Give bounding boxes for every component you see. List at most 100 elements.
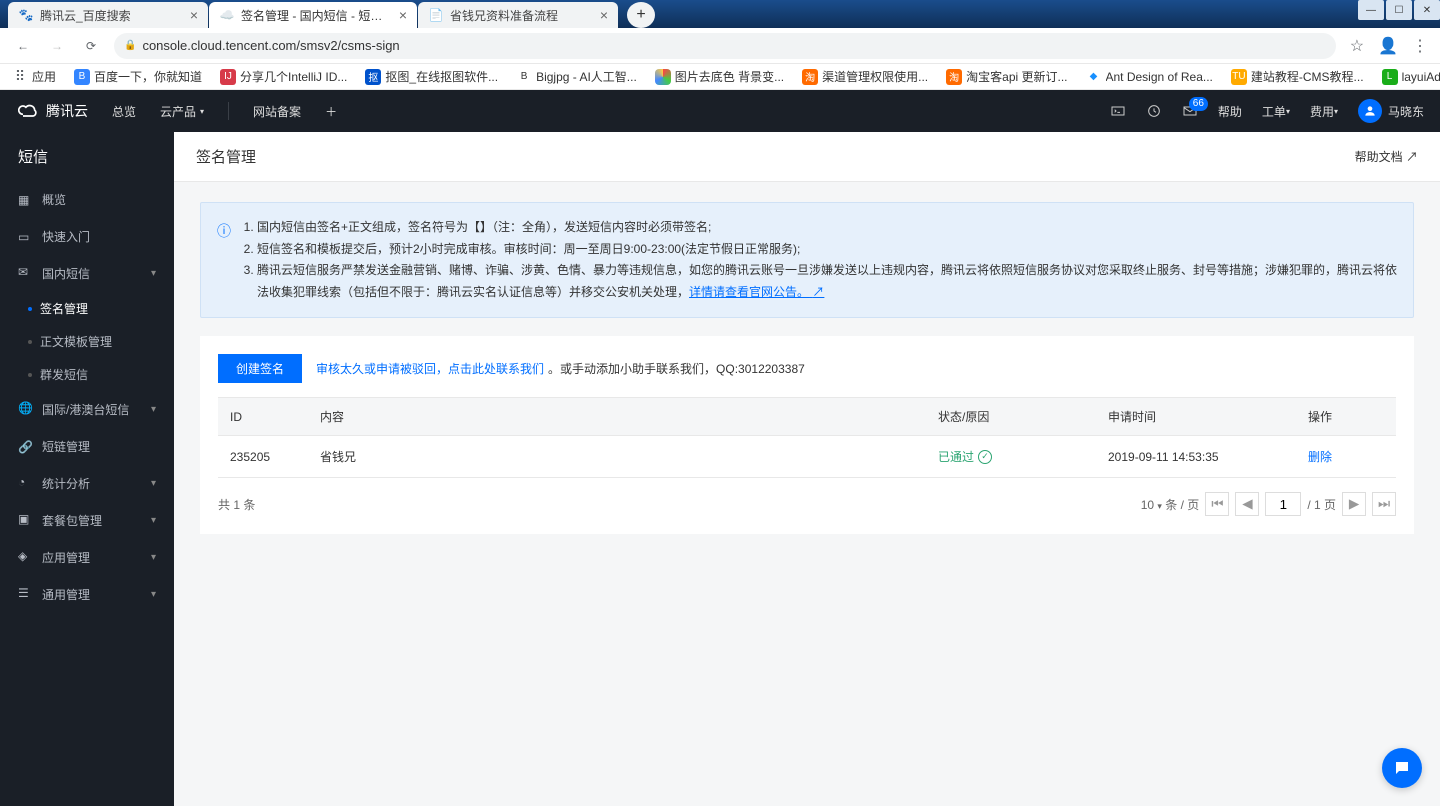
sidebar-item-package[interactable]: ▣套餐包管理▾ xyxy=(0,502,174,539)
help-doc-link[interactable]: 帮助文档 ↗ xyxy=(1355,148,1418,165)
sidebar: 短信 ▦概览 ▭快速入门 ✉国内短信▾ 签名管理 正文模板管理 群发短信 🌐国际… xyxy=(0,132,174,806)
avatar xyxy=(1358,99,1382,123)
new-tab-button[interactable]: + xyxy=(627,2,655,28)
bookmark-item[interactable]: B百度一下，你就知道 xyxy=(74,68,202,85)
back-icon[interactable]: ← xyxy=(12,35,34,57)
sidebar-title: 短信 xyxy=(0,132,174,181)
sidebar-item-sign[interactable]: 签名管理 xyxy=(0,292,174,325)
address-bar: ← → ⟳ 🔒 console.cloud.tencent.com/smsv2/… xyxy=(0,28,1440,64)
sidebar-item-app[interactable]: ◈应用管理▾ xyxy=(0,539,174,576)
nav-products[interactable]: 云产品 ▾ xyxy=(160,103,204,120)
header-user[interactable]: 马晓东 xyxy=(1358,99,1424,123)
bookmark-item[interactable]: 图片去底色 背景变... xyxy=(655,68,784,85)
close-window[interactable]: ✕ xyxy=(1414,0,1440,20)
info-icon: ⓘ xyxy=(217,219,231,303)
col-time: 申请时间 xyxy=(1096,398,1296,436)
tab-strip: 🐾 腾讯云_百度搜索 × ☁️ 签名管理 - 国内短信 - 短信 - 控... … xyxy=(0,0,1440,28)
sidebar-item-general[interactable]: ☰通用管理▾ xyxy=(0,576,174,613)
favicon-tencentcloud: ☁️ xyxy=(219,7,235,23)
close-icon[interactable]: × xyxy=(399,7,407,23)
sidebar-item-template[interactable]: 正文模板管理 xyxy=(0,325,174,358)
link-icon: 🔗 xyxy=(18,440,32,454)
favicon-doc: 📄 xyxy=(428,7,444,23)
tab-title: 签名管理 - 国内短信 - 短信 - 控... xyxy=(241,7,393,24)
cell-op: 删除 xyxy=(1296,436,1396,478)
reload-icon[interactable]: ⟳ xyxy=(80,35,102,57)
chevron-down-icon: ▾ xyxy=(151,478,156,489)
bookmark-item[interactable]: IJ分享几个IntelliJ ID... xyxy=(220,68,347,85)
nav-add[interactable]: ＋ xyxy=(325,103,337,120)
star-icon[interactable]: ☆ xyxy=(1350,36,1364,56)
bookmark-item[interactable]: BBigjpg - AI人工智... xyxy=(516,68,637,85)
content-card: 创建签名 审核太久或申请被驳回，点击此处联系我们 。或手动添加小助手联系我们，Q… xyxy=(200,336,1414,534)
header-clock-icon[interactable] xyxy=(1146,103,1162,119)
cell-time: 2019-09-11 14:53:35 xyxy=(1096,436,1296,478)
bookmark-item[interactable]: ◆Ant Design of Rea... xyxy=(1086,69,1213,85)
forward-icon[interactable]: → xyxy=(46,35,68,57)
close-icon[interactable]: × xyxy=(600,7,608,23)
app-icon: ◈ xyxy=(18,549,32,566)
header-help[interactable]: 帮助 xyxy=(1218,103,1242,120)
sidebar-item-overview[interactable]: ▦概览 xyxy=(0,181,174,218)
quickstart-icon: ▭ xyxy=(18,230,32,244)
first-page-button[interactable]: ⏮ xyxy=(1205,492,1229,516)
header-messages-icon[interactable]: 66 xyxy=(1182,103,1198,119)
prev-page-button[interactable]: ◀ xyxy=(1235,492,1259,516)
col-status: 状态/原因 xyxy=(926,398,1096,436)
next-page-button[interactable]: ▶ xyxy=(1342,492,1366,516)
bookmark-item[interactable]: LlayuiAdmin - 通用... xyxy=(1382,68,1440,85)
url-box[interactable]: 🔒 console.cloud.tencent.com/smsv2/csms-s… xyxy=(114,33,1336,59)
cell-id: 235205 xyxy=(218,436,308,478)
browser-tab-2[interactable]: 📄 省钱兄资料准备流程 × xyxy=(418,2,618,28)
apps-button[interactable]: ⠿应用 xyxy=(12,68,56,85)
header-billing[interactable]: 费用 ▾ xyxy=(1310,103,1338,120)
external-link-icon: ↗ xyxy=(812,285,824,299)
browser-tab-1[interactable]: ☁️ 签名管理 - 国内短信 - 短信 - 控... × xyxy=(209,2,417,28)
message-count: 66 xyxy=(1189,97,1208,111)
nav-overview[interactable]: 总览 xyxy=(112,103,136,120)
tab-title: 省钱兄资料准备流程 xyxy=(450,7,594,24)
per-page-select[interactable]: 10 ▾ 条 / 页 xyxy=(1141,496,1200,513)
sidebar-item-mass[interactable]: 群发短信 xyxy=(0,358,174,391)
header-cli-icon[interactable] xyxy=(1110,103,1126,119)
bookmark-item[interactable]: TU建站教程-CMS教程... xyxy=(1231,68,1364,85)
sidebar-item-stats[interactable]: ◔统计分析▾ xyxy=(0,465,174,502)
sidebar-item-quickstart[interactable]: ▭快速入门 xyxy=(0,218,174,255)
create-sign-button[interactable]: 创建签名 xyxy=(218,354,302,383)
bookmark-item[interactable]: 淘淘宝客api 更新订... xyxy=(946,68,1067,85)
col-content: 内容 xyxy=(308,398,926,436)
cell-status: 已通过✓ xyxy=(926,436,1096,478)
divider xyxy=(228,102,229,120)
console-header: 腾讯云 总览 云产品 ▾ 网站备案 ＋ 66 帮助 工单 ▾ 费用 ▾ 马晓东 xyxy=(0,90,1440,132)
page-input[interactable] xyxy=(1265,492,1301,516)
sidebar-item-intl[interactable]: 🌐国际/港澳台短信▾ xyxy=(0,391,174,428)
chevron-down-icon: ▾ xyxy=(1286,107,1290,116)
profile-icon[interactable]: 👤 xyxy=(1378,36,1398,56)
overview-icon: ▦ xyxy=(18,193,32,207)
browser-tab-0[interactable]: 🐾 腾讯云_百度搜索 × xyxy=(8,2,208,28)
maximize-window[interactable]: ☐ xyxy=(1386,0,1412,20)
minimize-window[interactable]: — xyxy=(1358,0,1384,20)
last-page-button[interactable]: ⏭ xyxy=(1372,492,1396,516)
nav-beian[interactable]: 网站备案 xyxy=(253,103,301,120)
bookmark-item[interactable]: 抠抠图_在线抠图软件... xyxy=(365,68,498,85)
chevron-down-icon: ▾ xyxy=(200,107,204,116)
chevron-down-icon: ▾ xyxy=(151,268,156,279)
chat-fab[interactable] xyxy=(1382,748,1422,788)
bookmark-item[interactable]: 淘渠道管理权限使用... xyxy=(802,68,928,85)
menu-icon[interactable]: ⋮ xyxy=(1412,36,1428,56)
sidebar-item-shortlink[interactable]: 🔗短链管理 xyxy=(0,428,174,465)
close-icon[interactable]: × xyxy=(190,7,198,23)
table-row: 235205 省钱兄 已通过✓ 2019-09-11 14:53:35 删除 xyxy=(218,436,1396,478)
sign-table: ID 内容 状态/原因 申请时间 操作 235205 省钱兄 已通过✓ 2019 xyxy=(218,397,1396,478)
header-ticket[interactable]: 工单 ▾ xyxy=(1262,103,1290,120)
url-text: console.cloud.tencent.com/smsv2/csms-sig… xyxy=(142,38,399,53)
favicon-baidu: 🐾 xyxy=(18,7,34,23)
chevron-down-icon: ▾ xyxy=(1157,501,1162,511)
brand-logo[interactable]: 腾讯云 xyxy=(16,99,88,123)
sidebar-item-domestic[interactable]: ✉国内短信▾ xyxy=(0,255,174,292)
package-icon: ▣ xyxy=(18,512,32,529)
delete-link[interactable]: 删除 xyxy=(1308,450,1332,464)
notice-link[interactable]: 详情请查看官网公告。 ↗ xyxy=(689,285,824,299)
review-contact-link[interactable]: 审核太久或申请被驳回，点击此处联系我们 xyxy=(316,360,544,377)
